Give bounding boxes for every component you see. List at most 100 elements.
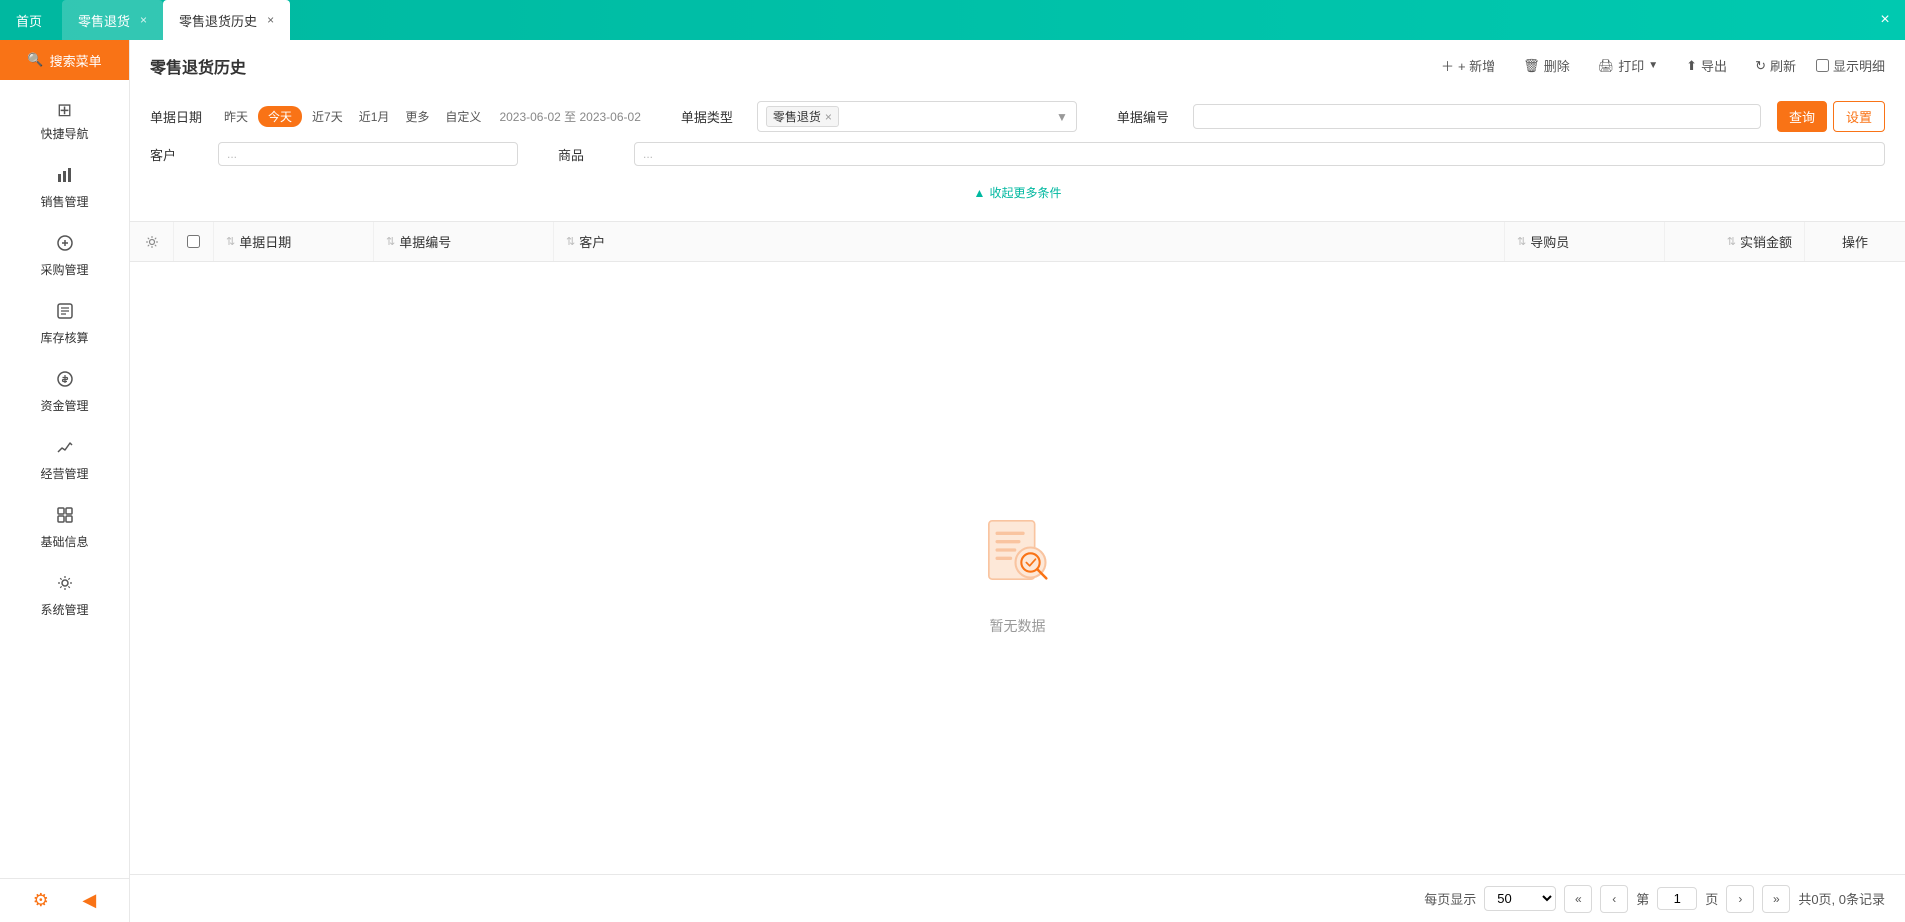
th-settings[interactable] [130, 222, 174, 261]
empty-text: 暂无数据 [990, 616, 1046, 636]
sidebar-item-finance[interactable]: 资金管理 [0, 358, 129, 426]
last-page-button[interactable]: » [1762, 885, 1790, 913]
number-label: 单据编号 [1117, 107, 1177, 126]
sidebar-item-label: 销售管理 [40, 193, 88, 210]
number-input[interactable] [1193, 104, 1761, 129]
settings-button[interactable]: ⚙ [33, 890, 49, 911]
sort-icon: ⇅ [386, 235, 395, 248]
filter-row-2: 客户 ... 商品 ... [150, 142, 1885, 166]
page-header: 零售退货历史 ＋ + 新增 🗑 删除 🖨 打印 ▼ [130, 40, 1905, 222]
current-page-input[interactable]: 1 [1657, 887, 1697, 910]
purchase-icon [56, 234, 74, 257]
print-arrow-icon: ▼ [1648, 60, 1658, 71]
new-icon: ＋ [1441, 56, 1454, 75]
goods-input[interactable]: ... [634, 142, 1885, 166]
date-btn-7days[interactable]: 近7天 [306, 106, 349, 127]
table-container: ⇅ 单据日期 ⇅ 单据编号 ⇅ 客户 ⇅ 导购员 [130, 222, 1905, 874]
window-close-button[interactable]: × [1865, 0, 1905, 40]
date-range-display: 2023-06-02 至 2023-06-02 [499, 108, 640, 125]
refresh-icon: ↻ [1755, 58, 1766, 74]
filter-area: 单据日期 昨天 今天 近7天 近1月 更多 自定义 2023-06-02 至 2… [150, 91, 1885, 221]
th-customer[interactable]: ⇅ 客户 [554, 222, 1505, 261]
customer-label: 客户 [150, 145, 210, 164]
sidebar-item-label: 资金管理 [40, 397, 88, 414]
sidebar-item-system-mgmt[interactable]: 系统管理 [0, 562, 129, 630]
finance-icon [56, 370, 74, 393]
collapse-sidebar-button[interactable]: ◀ [82, 890, 96, 911]
date-btn-yesterday[interactable]: 昨天 [218, 106, 254, 127]
goods-label: 商品 [558, 145, 618, 164]
type-select[interactable]: 零售退货 × ▼ [757, 101, 1077, 132]
export-button[interactable]: ⬆ 导出 [1678, 52, 1735, 79]
tab-retail-return[interactable]: 零售退货 × [62, 0, 163, 40]
sidebar-item-quick-nav[interactable]: ⊞ 快捷导航 [0, 88, 129, 154]
tab-retail-return-history[interactable]: 零售退货历史 × [163, 0, 290, 40]
sort-icon: ⇅ [1727, 235, 1736, 248]
date-filter-buttons: 昨天 今天 近7天 近1月 更多 自定义 2023-06-02 至 2023-0… [218, 106, 641, 127]
per-page-label: 每页显示 [1424, 889, 1476, 908]
per-page-select[interactable]: 50 10 20 100 [1484, 886, 1556, 911]
sidebar-item-sales-mgmt[interactable]: 销售管理 [0, 154, 129, 222]
page-title-row: 零售退货历史 ＋ + 新增 🗑 删除 🖨 打印 ▼ [150, 52, 1885, 79]
sidebar-item-inventory[interactable]: 库存核算 [0, 290, 129, 358]
date-btn-custom[interactable]: 自定义 [439, 106, 487, 127]
print-icon: 🖨 [1598, 58, 1615, 74]
th-date[interactable]: ⇅ 单据日期 [214, 222, 374, 261]
type-label: 单据类型 [681, 107, 741, 126]
next-page-button[interactable]: › [1726, 885, 1754, 913]
display-detail-checkbox[interactable]: 显示明细 [1816, 56, 1885, 75]
goods-placeholder: ... [643, 147, 653, 161]
sidebar-search-label: 搜索菜单 [50, 51, 102, 70]
delete-icon: 🗑 [1523, 58, 1540, 74]
sidebar-item-purchase-mgmt[interactable]: 采购管理 [0, 222, 129, 290]
quick-nav-icon: ⊞ [57, 100, 72, 121]
new-button[interactable]: ＋ + 新增 [1433, 52, 1503, 79]
display-checkbox-input[interactable] [1816, 59, 1829, 72]
refresh-button[interactable]: ↻ 刷新 [1747, 52, 1804, 79]
sidebar-search[interactable]: 🔍 搜索菜单 [0, 40, 129, 80]
tab-retail-return-history-close[interactable]: × [267, 13, 274, 27]
customer-input[interactable]: ... [218, 142, 518, 166]
tab-retail-return-close[interactable]: × [140, 13, 147, 27]
system-icon [56, 574, 74, 597]
prev-page-button[interactable]: ‹ [1600, 885, 1628, 913]
type-tag-remove[interactable]: × [825, 110, 832, 124]
first-page-button[interactable]: « [1564, 885, 1592, 913]
collapse-button[interactable]: ▲ 收起更多条件 [962, 180, 1074, 205]
sidebar-item-label: 系统管理 [40, 601, 88, 618]
th-number[interactable]: ⇅ 单据编号 [374, 222, 554, 261]
sidebar-item-basic-info[interactable]: 基础信息 [0, 494, 129, 562]
top-bar: 首页 零售退货 × 零售退货历史 × × [0, 0, 1905, 40]
th-action: 操作 [1805, 222, 1905, 261]
tab-bar: 首页 零售退货 × 零售退货历史 × [0, 0, 1865, 40]
sales-icon [56, 166, 74, 189]
th-checkbox[interactable] [174, 222, 214, 261]
print-button[interactable]: 🖨 打印 ▼ [1590, 52, 1666, 79]
inventory-icon [56, 302, 74, 325]
page-title: 零售退货历史 [150, 54, 246, 78]
main-layout: 🔍 搜索菜单 ⊞ 快捷导航 销售管理 采购管理 [0, 40, 1905, 922]
content-area: 零售退货历史 ＋ + 新增 🗑 删除 🖨 打印 ▼ [130, 40, 1905, 922]
pagination: 每页显示 50 10 20 100 « ‹ 第 1 页 › [130, 874, 1905, 922]
sidebar-bottom: ⚙ ◀ [0, 878, 129, 922]
select-all-checkbox[interactable] [187, 235, 200, 248]
settings-filter-button[interactable]: 设置 [1833, 101, 1885, 132]
delete-button[interactable]: 🗑 删除 [1515, 52, 1578, 79]
sort-icon: ⇅ [566, 235, 575, 248]
total-records: 共0页, 0条记录 [1798, 889, 1885, 908]
toolbar: ＋ + 新增 🗑 删除 🖨 打印 ▼ ⬆ 导出 [1433, 52, 1885, 79]
tab-home[interactable]: 首页 [0, 0, 58, 40]
sidebar-item-label: 经营管理 [40, 465, 88, 482]
sort-icon: ⇅ [226, 235, 235, 248]
sort-icon: ⇅ [1517, 235, 1526, 248]
th-guide[interactable]: ⇅ 导购员 [1505, 222, 1665, 261]
sidebar-item-operations[interactable]: 经营管理 [0, 426, 129, 494]
th-amount[interactable]: ⇅ 实销金额 [1665, 222, 1805, 261]
content-main: ⇅ 单据日期 ⇅ 单据编号 ⇅ 客户 ⇅ 导购员 [130, 222, 1905, 922]
type-tag: 零售退货 × [766, 106, 839, 127]
date-btn-today[interactable]: 今天 [258, 106, 302, 127]
date-btn-more[interactable]: 更多 [399, 106, 435, 127]
date-btn-1month[interactable]: 近1月 [353, 106, 396, 127]
date-label: 单据日期 [150, 107, 210, 126]
query-button[interactable]: 查询 [1777, 101, 1827, 132]
